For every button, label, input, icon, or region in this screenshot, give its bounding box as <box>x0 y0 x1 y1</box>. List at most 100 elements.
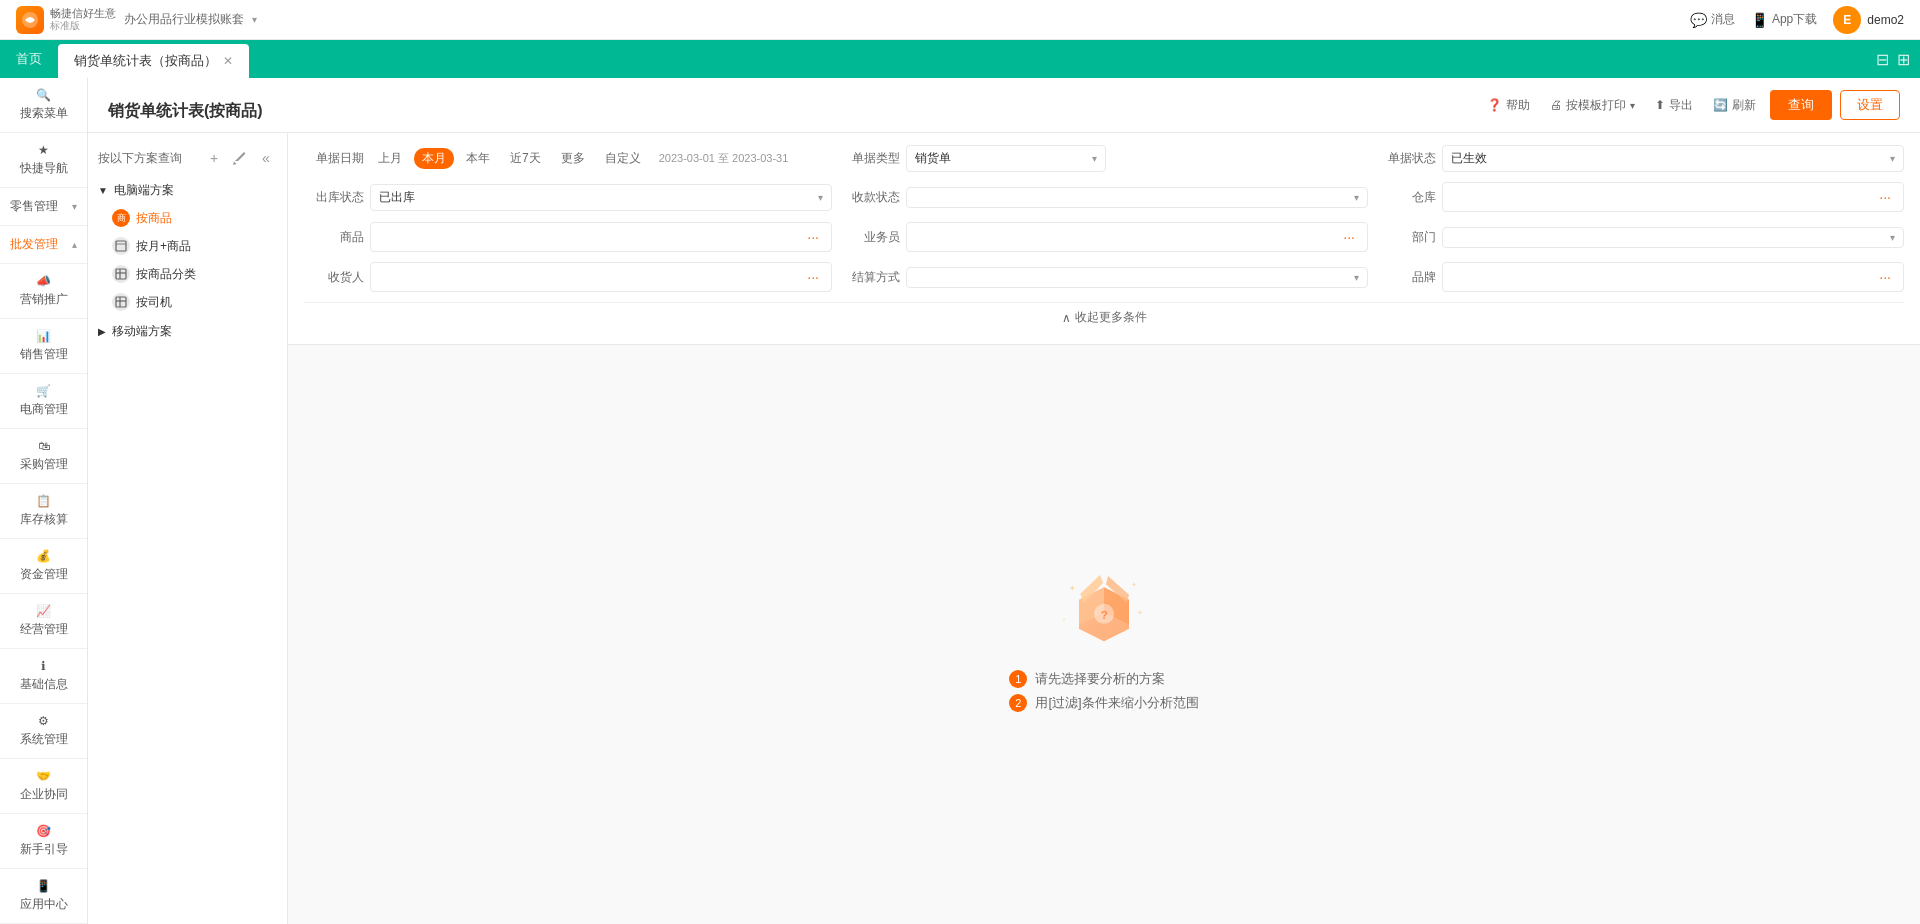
breadcrumb-arrow[interactable]: ▾ <box>252 14 257 25</box>
add-scheme-button[interactable]: + <box>203 147 225 169</box>
scheme-group-mobile-header[interactable]: ▶ 移动端方案 <box>88 318 287 345</box>
user-area[interactable]: E demo2 <box>1833 6 1904 34</box>
filter-row-4: 收货人 ··· 结算方式 ▾ <box>304 262 1904 292</box>
left-panel-header: 按以下方案查询 + « <box>88 141 287 175</box>
collapse-panel-button[interactable]: « <box>255 147 277 169</box>
date-tab-this-month[interactable]: 本月 <box>414 148 454 169</box>
warehouse-status-select[interactable]: 已出库 ▾ <box>370 184 832 211</box>
tip-num-2: 2 <box>1009 694 1027 712</box>
date-tab-custom[interactable]: 自定义 <box>597 148 649 169</box>
scheme-group-mobile-arrow-icon: ▶ <box>98 326 106 337</box>
tab-expand-icon[interactable]: ⊞ <box>1897 50 1910 69</box>
empty-tip-2: 2 用[过滤]条件来缩小分析范围 <box>1009 694 1198 712</box>
refresh-button[interactable]: 🔄 刷新 <box>1707 93 1762 118</box>
product-input[interactable]: ··· <box>370 222 832 252</box>
sidebar-item-search[interactable]: 🔍 搜索菜单 <box>0 78 87 133</box>
filter-warehouse: 仓库 ··· <box>1376 182 1904 212</box>
filter-product: 商品 ··· <box>304 222 832 252</box>
scheme-group-mobile: ▶ 移动端方案 <box>88 318 287 345</box>
scheme-group-pc-header[interactable]: ▼ 电脑端方案 <box>88 177 287 204</box>
appcenter-icon: 📱 <box>36 879 51 893</box>
filter-doc-status: 单据状态 已生效 ▾ <box>1376 145 1904 172</box>
user-name: demo2 <box>1867 13 1904 27</box>
department-select[interactable]: ▾ <box>1442 227 1904 248</box>
sidebar-item-ecommerce[interactable]: 🛒 电商管理 <box>0 374 87 429</box>
tab-home[interactable]: 首页 <box>0 40 58 78</box>
content-inner: 按以下方案查询 + « ▼ 电脑端方案 <box>88 133 1920 924</box>
tab-report[interactable]: 销货单统计表（按商品） ✕ <box>58 44 249 78</box>
edit-scheme-button[interactable] <box>229 147 251 169</box>
sidebar-item-newguide[interactable]: 🎯 新手引导 <box>0 814 87 869</box>
print-icon: 🖨 <box>1550 98 1562 112</box>
warehouse-label: 仓库 <box>1376 189 1436 206</box>
top-bar: 畅捷信好生意 标准版 办公用品行业模拟账套 ▾ 💬 消息 📱 App下载 E d… <box>0 0 1920 40</box>
scheme-item-by-machine[interactable]: 按司机 <box>88 288 287 316</box>
settings-button[interactable]: 设置 <box>1840 90 1900 120</box>
scheme-icon-product: 商 <box>112 209 130 227</box>
filter-payment-status: 收款状态 ▾ <box>840 182 1368 212</box>
sidebar-item-marketing[interactable]: 📣 营销推广 <box>0 264 87 319</box>
settlement-arrow-icon: ▾ <box>1354 272 1359 283</box>
search-icon: 🔍 <box>36 88 51 102</box>
salesperson-dots-icon[interactable]: ··· <box>1339 229 1359 245</box>
page-title: 销货单统计表(按商品) <box>108 101 263 122</box>
date-tab-this-year[interactable]: 本年 <box>458 148 498 169</box>
doc-status-select[interactable]: 已生效 ▾ <box>1442 145 1904 172</box>
department-label: 部门 <box>1376 229 1436 246</box>
tab-close-icon[interactable]: ✕ <box>223 54 233 68</box>
department-arrow-icon: ▾ <box>1890 232 1895 243</box>
template-print-button[interactable]: 🖨 按模板打印 ▾ <box>1544 93 1641 118</box>
brand-input[interactable]: ··· <box>1442 262 1904 292</box>
right-panel: 单据日期 上月 本月 本年 近7天 更多 自定义 2023-03-01 至 20… <box>288 133 1920 924</box>
export-button[interactable]: ⬆ 导出 <box>1649 93 1699 118</box>
date-tab-7days[interactable]: 近7天 <box>502 148 549 169</box>
recipient-input[interactable]: ··· <box>370 262 832 292</box>
doc-type-select[interactable]: 销货单 ▾ <box>906 145 1106 172</box>
brand-dots-icon[interactable]: ··· <box>1875 269 1895 285</box>
scheme-item-by-month-product[interactable]: 按月+商品 <box>88 232 287 260</box>
help-icon: ❓ <box>1487 98 1502 112</box>
warehouse-dots-icon[interactable]: ··· <box>1875 189 1895 205</box>
breadcrumb[interactable]: 办公用品行业模拟账套 <box>124 11 244 28</box>
help-button[interactable]: ❓ 帮助 <box>1481 93 1536 118</box>
sidebar-item-operations[interactable]: 📈 经营管理 <box>0 594 87 649</box>
sidebar-item-inventory[interactable]: 📋 库存核算 <box>0 484 87 539</box>
sidebar-item-enterprise[interactable]: 🤝 企业协同 <box>0 759 87 814</box>
payment-status-select[interactable]: ▾ <box>906 187 1368 208</box>
tab-minimize-icon[interactable]: ⊟ <box>1876 50 1889 69</box>
scheme-item-by-product[interactable]: 商 按商品 <box>88 204 287 232</box>
settlement-select[interactable]: ▾ <box>906 267 1368 288</box>
logo-icon <box>16 6 44 34</box>
page-header: 销货单统计表(按商品) ❓ 帮助 🖨 按模板打印 ▾ ⬆ 导出 🔄 刷新 <box>88 78 1920 133</box>
sidebar-item-sales[interactable]: 📊 销售管理 <box>0 319 87 374</box>
warehouse-input[interactable]: ··· <box>1442 182 1904 212</box>
chevron-down-icon: ▾ <box>72 201 77 212</box>
sidebar-item-finance[interactable]: 💰 资金管理 <box>0 539 87 594</box>
tab-bar-actions: ⊟ ⊞ <box>1876 50 1920 69</box>
collapse-bar[interactable]: ∧ 收起更多条件 <box>304 302 1904 332</box>
basic-icon: ℹ <box>41 659 46 673</box>
sidebar-item-purchase[interactable]: 🛍 采购管理 <box>0 429 87 484</box>
sidebar-item-retail[interactable]: 零售管理 ▾ <box>0 188 87 226</box>
scheme-item-by-category[interactable]: 按商品分类 <box>88 260 287 288</box>
salesperson-label: 业务员 <box>840 229 900 246</box>
sidebar-item-shortcuts[interactable]: ★ 快捷导航 <box>0 133 87 188</box>
scheme-group-pc: ▼ 电脑端方案 商 按商品 按月+商品 <box>88 177 287 316</box>
sidebar-item-wholesale[interactable]: 批发管理 ▴ <box>0 226 87 264</box>
product-dots-icon[interactable]: ··· <box>803 229 823 245</box>
salesperson-input[interactable]: ··· <box>906 222 1368 252</box>
query-button[interactable]: 查询 <box>1770 90 1832 120</box>
recipient-dots-icon[interactable]: ··· <box>803 269 823 285</box>
empty-state: ? ✦ ✦ ✦ ✦ 1 请先选择要分析的方案 <box>1009 558 1198 712</box>
app-download-action[interactable]: 📱 App下载 <box>1751 11 1817 28</box>
sidebar-item-appcenter[interactable]: 📱 应用中心 <box>0 869 87 924</box>
sidebar-item-basic[interactable]: ℹ 基础信息 <box>0 649 87 704</box>
svg-text:✦: ✦ <box>1137 608 1143 615</box>
sidebar-item-system[interactable]: ⚙ 系统管理 <box>0 704 87 759</box>
date-tab-more[interactable]: 更多 <box>553 148 593 169</box>
doc-status-value: 已生效 <box>1451 150 1886 167</box>
content-area: 销货单统计表(按商品) ❓ 帮助 🖨 按模板打印 ▾ ⬆ 导出 🔄 刷新 <box>88 78 1920 924</box>
date-tab-last-month[interactable]: 上月 <box>370 148 410 169</box>
message-action[interactable]: 💬 消息 <box>1690 11 1735 28</box>
print-arrow-icon: ▾ <box>1630 100 1635 111</box>
